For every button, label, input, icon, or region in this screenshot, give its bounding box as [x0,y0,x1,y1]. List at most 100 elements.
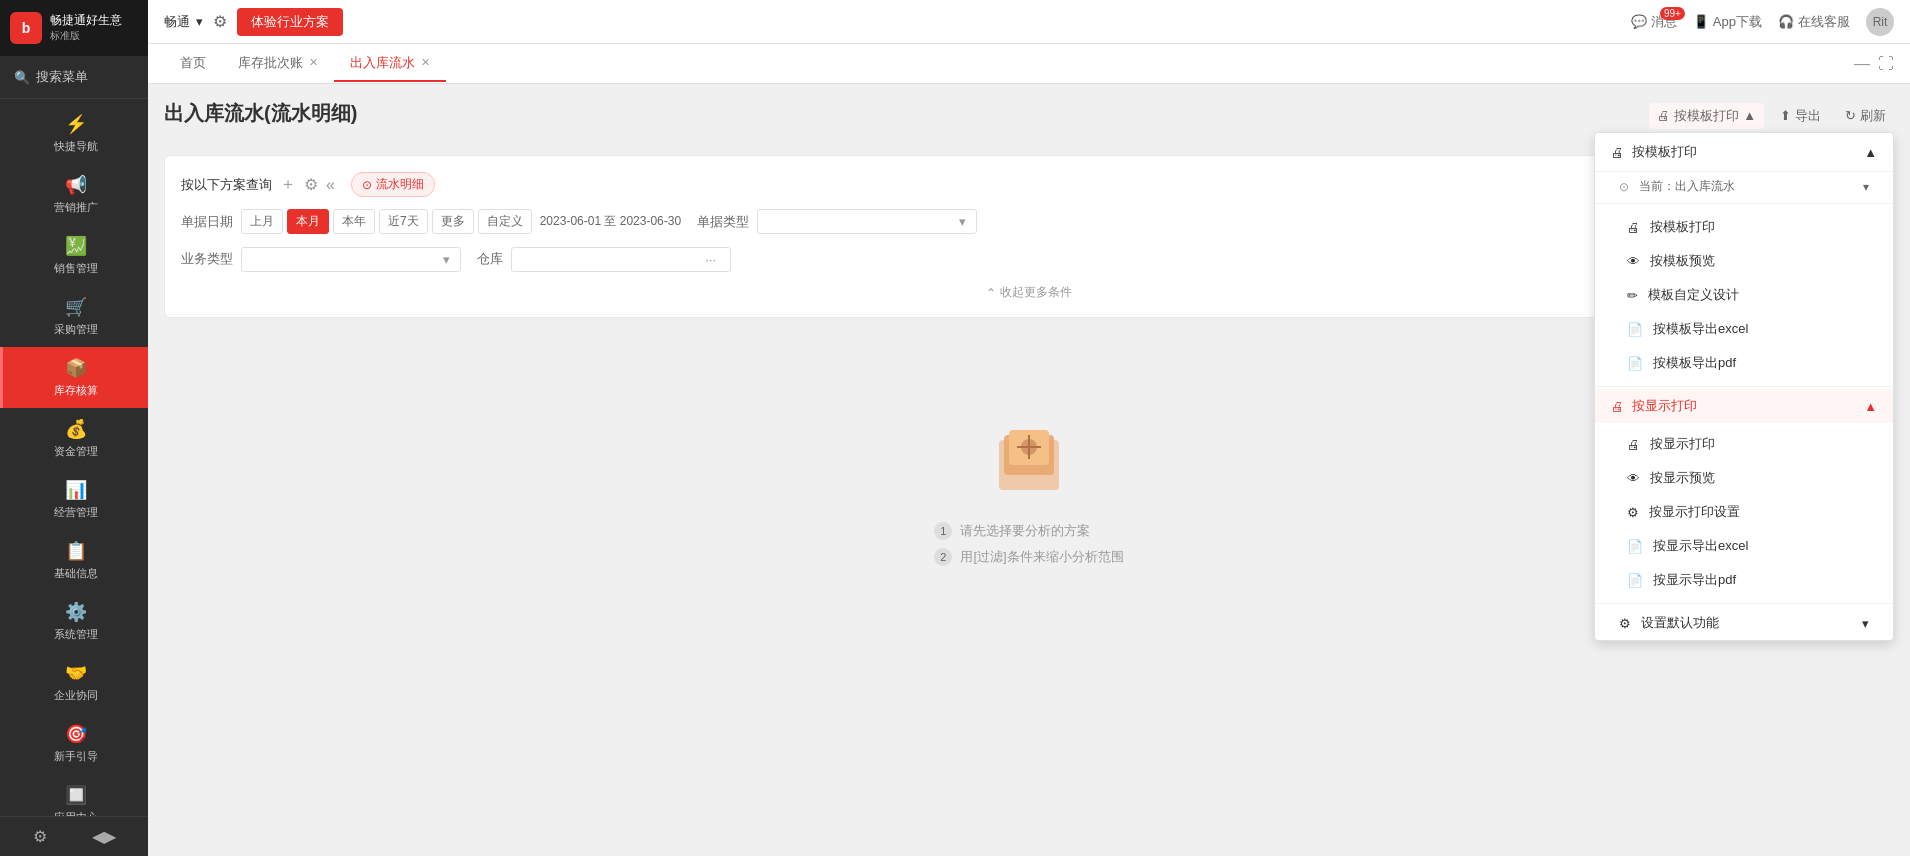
template-excel-item[interactable]: 📄 按模板导出excel [1595,312,1893,346]
date-btn-last-month[interactable]: 上月 [241,209,283,234]
display-excel-item[interactable]: 📄 按显示导出excel [1595,529,1893,563]
sidebar-collapse-button[interactable]: ◀▶ [92,827,116,846]
display-print-item-label: 按显示打印 [1650,435,1715,453]
filter-tag: ⊙ 流水明细 [351,172,435,197]
template-pdf-item[interactable]: 📄 按模板导出pdf [1595,346,1893,380]
sidebar-item-app-center[interactable]: 🔲 应用中心 [0,774,148,816]
sidebar-item-finance[interactable]: 💰 资金管理 [0,408,148,469]
date-btn-this-year[interactable]: 本年 [333,209,375,234]
template-preview-item[interactable]: 👁 按模板预览 [1595,244,1893,278]
warehouse-label: 仓库 [477,250,503,268]
search-menu-button[interactable]: 🔍 搜索菜单 [8,64,140,90]
user-name: Rit [1873,15,1888,29]
sidebar-item-system[interactable]: ⚙️ 系统管理 [0,591,148,652]
warehouse-select[interactable]: ··· [511,247,731,272]
filter-settings-button[interactable]: ⚙ [304,175,318,194]
refresh-button[interactable]: ↻ 刷新 [1837,103,1894,129]
sidebar-item-basic-info[interactable]: 📋 基础信息 [0,530,148,591]
dropdown-scroll-up[interactable]: ▲ [1864,145,1877,160]
sidebar-nav: ⚡ 快捷导航 📢 营销推广 💹 销售管理 🛒 采购管理 📦 库存核算 💰 资金管… [0,99,148,816]
display-section-header[interactable]: 🖨 按显示打印 ▲ [1595,389,1893,423]
dropdown-header: 🖨 按模板打印 ▲ [1595,133,1893,172]
sidebar-item-marketing[interactable]: 📢 营销推广 [0,164,148,225]
default-func-label: 设置默认功能 [1641,614,1719,632]
biz-type-select[interactable]: ▾ [241,247,461,272]
sidebar-item-label-system: 系统管理 [54,627,98,642]
current-label: 当前：出入库流水 [1639,178,1735,195]
date-btn-this-month[interactable]: 本月 [287,209,329,234]
template-print-button[interactable]: 🖨 按模板打印 ▲ [1649,103,1764,129]
sidebar-item-label-purchase: 采购管理 [54,322,98,337]
export-button[interactable]: ⬆ 导出 [1772,103,1829,129]
template-custom-item[interactable]: ✏ 模板自定义设计 [1595,278,1893,312]
toolbar: 🖨 按模板打印 ▲ ⬆ 导出 ↻ 刷新 [1649,103,1894,129]
company-selector[interactable]: 畅通 ▾ [164,13,203,31]
sidebar-item-label-basic-info: 基础信息 [54,566,98,581]
sidebar-item-inventory[interactable]: 📦 库存核算 [0,347,148,408]
sidebar-item-label-quick-nav: 快捷导航 [54,139,98,154]
print-dropdown-chevron[interactable]: ▲ [1743,108,1756,123]
user-avatar[interactable]: Rit [1866,8,1894,36]
tab-batch-account-close[interactable]: ✕ [309,56,318,69]
message-icon: 💬 [1631,14,1647,29]
date-btn-custom[interactable]: 自定义 [478,209,532,234]
date-btn-7days[interactable]: 近7天 [379,209,428,234]
logo-text-block: 畅捷通好生意 标准版 [50,13,122,43]
sidebar-item-label-cooperation: 企业协同 [54,688,98,703]
template-pdf-item-label: 按模板导出pdf [1653,354,1736,372]
sidebar-item-purchase[interactable]: 🛒 采购管理 [0,286,148,347]
display-pdf-item[interactable]: 📄 按显示导出pdf [1595,563,1893,597]
step-2-text: 用[过滤]条件来缩小分析范围 [960,548,1123,566]
filter-date-item: 单据日期 上月 本月 本年 近7天 更多 自定义 2023-06-01 至 20… [181,209,681,234]
tab-home[interactable]: 首页 [164,46,222,82]
tab-maximize-icon[interactable]: ⛶ [1878,55,1894,73]
default-func-icon: ⚙ [1619,616,1631,631]
quick-nav-icon: ⚡ [65,113,87,135]
sidebar-item-label-finance: 资金管理 [54,444,98,459]
message-button[interactable]: 💬 消息 99+ [1631,13,1677,31]
printer-icon: 🖨 [1657,108,1670,123]
tab-batch-account[interactable]: 库存批次账 ✕ [222,46,334,82]
sidebar-item-operations[interactable]: 📊 经营管理 [0,469,148,530]
default-func-chevron: ▾ [1862,616,1869,631]
date-selector: 上月 本月 本年 近7天 更多 自定义 [241,209,532,234]
divider-1 [1595,203,1893,204]
warehouse-more-icon[interactable]: ··· [701,252,720,267]
display-print-item[interactable]: 🖨 按显示打印 [1595,427,1893,461]
sidebar-logo: b 畅捷通好生意 标准版 [0,0,148,56]
sidebar-item-quick-nav[interactable]: ⚡ 快捷导航 [0,103,148,164]
industry-solution-button[interactable]: 体验行业方案 [237,8,343,36]
collapse-label: 收起更多条件 [1000,284,1072,301]
empty-svg-icon [979,410,1079,510]
date-btn-more[interactable]: 更多 [432,209,474,234]
app-download-button[interactable]: 📱 App下载 [1693,13,1762,31]
header-settings-icon[interactable]: ⚙ [213,12,227,31]
sidebar-item-label-marketing: 营销推广 [54,200,98,215]
header-left: 畅通 ▾ ⚙ 体验行业方案 [164,8,343,36]
filter-collapse-arrow[interactable]: « [326,176,335,194]
template-print-item[interactable]: 🖨 按模板打印 [1595,210,1893,244]
filter-tag-icon: ⊙ [362,178,372,192]
tab-minimize-icon[interactable]: — [1854,55,1870,73]
display-settings-item[interactable]: ⚙ 按显示打印设置 [1595,495,1893,529]
display-pdf-icon: 📄 [1627,573,1643,588]
filter-biz-type-item: 业务类型 ▾ [181,247,461,272]
sidebar-item-label-guide: 新手引导 [54,749,98,764]
sidebar-item-cooperation[interactable]: 🤝 企业协同 [0,652,148,713]
doc-type-select[interactable]: ▾ [757,209,977,234]
tab-flow[interactable]: 出入库流水 ✕ [334,46,446,82]
template-preview-icon: 👁 [1627,254,1640,269]
tab-flow-close[interactable]: ✕ [421,56,430,69]
sidebar-settings-button[interactable]: ⚙ [33,827,47,846]
sidebar-item-guide[interactable]: 🎯 新手引导 [0,713,148,774]
date-range-display: 2023-06-01 至 2023-06-30 [540,213,681,230]
biz-type-dropdown-icon: ▾ [443,252,450,267]
default-func-item[interactable]: ⚙ 设置默认功能 ▾ [1595,606,1893,640]
sidebar-item-sales[interactable]: 💹 销售管理 [0,225,148,286]
filter-add-button[interactable]: ＋ [280,174,296,195]
online-service-button[interactable]: 🎧 在线客服 [1778,13,1850,31]
sales-icon: 💹 [65,235,87,257]
display-preview-item[interactable]: 👁 按显示预览 [1595,461,1893,495]
step-1-text: 请先选择要分析的方案 [960,522,1090,540]
display-section-icon: 🖨 [1611,399,1624,414]
